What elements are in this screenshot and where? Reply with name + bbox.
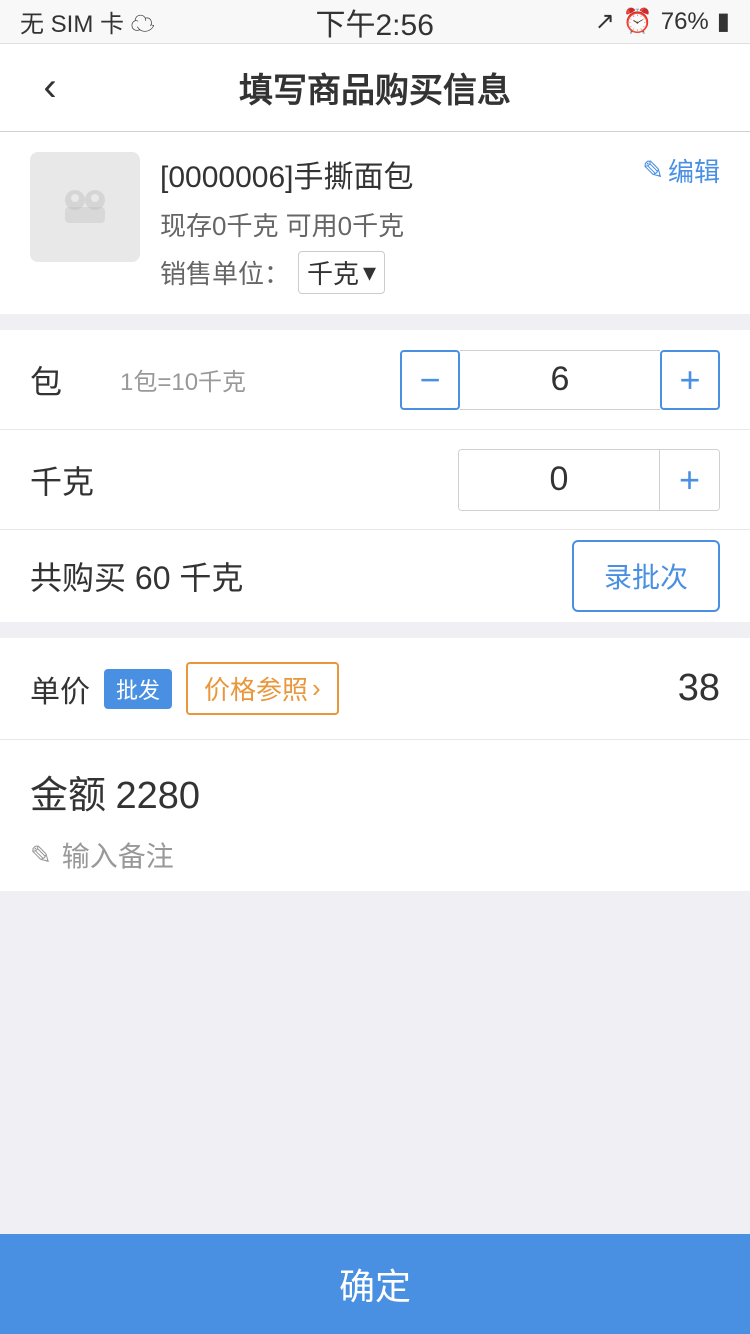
edit-label: 编辑 bbox=[668, 152, 720, 189]
edit-icon: ✎ bbox=[642, 155, 664, 186]
total-row: 共购买 60 千克 录批次 bbox=[0, 530, 750, 630]
page-title: 填写商品购买信息 bbox=[239, 63, 511, 112]
nav-bar: ‹ 填写商品购买信息 bbox=[0, 44, 750, 132]
product-header: [0000006]手撕面包 ✎ 编辑 bbox=[160, 152, 720, 196]
price-ref-arrow-icon: › bbox=[312, 673, 321, 704]
package-plus-button[interactable]: + bbox=[660, 350, 720, 410]
product-stock: 现存0千克 可用0千克 bbox=[160, 206, 720, 243]
package-minus-button[interactable]: − bbox=[400, 350, 460, 410]
bottom-spacer bbox=[0, 891, 750, 1151]
confirm-button[interactable]: 确定 bbox=[0, 1234, 750, 1334]
package-hint: 1包=10千克 bbox=[120, 362, 400, 397]
amount-section: 金额 2280 ✎ 输入备注 bbox=[0, 740, 750, 891]
price-label: 单价 bbox=[30, 667, 90, 711]
price-section: 单价 批发 价格参照 › 38 bbox=[0, 638, 750, 740]
total-prefix: 共购买 bbox=[30, 560, 126, 596]
total-suffix: 千克 bbox=[179, 560, 243, 596]
package-label: 包 bbox=[30, 357, 110, 403]
price-tag-badge: 批发 bbox=[104, 669, 172, 709]
package-row: 包 1包=10千克 − + bbox=[0, 330, 750, 430]
product-card: [0000006]手撕面包 ✎ 编辑 现存0千克 可用0千克 销售单位： 千克 … bbox=[0, 132, 750, 322]
pencil-icon: ✎ bbox=[30, 840, 52, 871]
form-section: 包 1包=10千克 − + 千克 + bbox=[0, 330, 750, 530]
product-info: [0000006]手撕面包 ✎ 编辑 现存0千克 可用0千克 销售单位： 千克 … bbox=[160, 152, 720, 294]
status-bar: 无 SIM 卡 ☁ 下午2:56 ↗ ⏰ 76% ▮ bbox=[0, 0, 750, 44]
kg-label: 千克 bbox=[30, 457, 110, 503]
product-name: [0000006]手撕面包 bbox=[160, 152, 642, 196]
sim-status: 无 SIM 卡 ☁ bbox=[20, 4, 155, 39]
amount-value: 2280 bbox=[115, 775, 200, 817]
price-ref-label: 价格参照 bbox=[204, 670, 308, 707]
kg-plus-button[interactable]: + bbox=[659, 450, 719, 510]
location-icon: ↗ bbox=[595, 7, 615, 36]
note-row[interactable]: ✎ 输入备注 bbox=[30, 819, 720, 891]
unit-label: 销售单位： bbox=[160, 254, 290, 291]
battery-level: 76% bbox=[661, 8, 709, 36]
edit-button[interactable]: ✎ 编辑 bbox=[642, 152, 720, 189]
battery-icon: ▮ bbox=[717, 7, 730, 36]
status-left: 无 SIM 卡 ☁ bbox=[20, 4, 155, 39]
alarm-icon: ⏰ bbox=[623, 7, 653, 36]
total-amount: 60 bbox=[135, 560, 171, 596]
product-image bbox=[30, 152, 140, 262]
package-quantity-input[interactable] bbox=[460, 350, 660, 410]
kg-row: 千克 + bbox=[0, 430, 750, 530]
kg-input-group: + bbox=[458, 449, 720, 511]
note-label: 输入备注 bbox=[62, 835, 174, 875]
kg-quantity-input[interactable] bbox=[459, 450, 659, 510]
unit-arrow-icon: ▾ bbox=[363, 257, 376, 288]
back-button[interactable]: ‹ bbox=[20, 58, 80, 118]
package-input-group: − + bbox=[400, 350, 720, 410]
product-logo-icon bbox=[55, 182, 115, 232]
record-batch-button[interactable]: 录批次 bbox=[572, 540, 720, 612]
amount-label: 金额 bbox=[30, 775, 106, 817]
price-reference-button[interactable]: 价格参照 › bbox=[186, 662, 339, 715]
status-time: 下午2:56 bbox=[316, 0, 434, 44]
divider-1 bbox=[0, 322, 750, 330]
status-right: ↗ ⏰ 76% ▮ bbox=[595, 7, 730, 36]
divider-2 bbox=[0, 630, 750, 638]
amount-row: 金额 2280 bbox=[30, 764, 720, 819]
total-text: 共购买 60 千克 bbox=[30, 553, 243, 599]
unit-value: 千克 bbox=[307, 254, 359, 291]
price-value: 38 bbox=[678, 667, 720, 710]
product-unit-row: 销售单位： 千克 ▾ bbox=[160, 251, 720, 294]
unit-select[interactable]: 千克 ▾ bbox=[298, 251, 385, 294]
